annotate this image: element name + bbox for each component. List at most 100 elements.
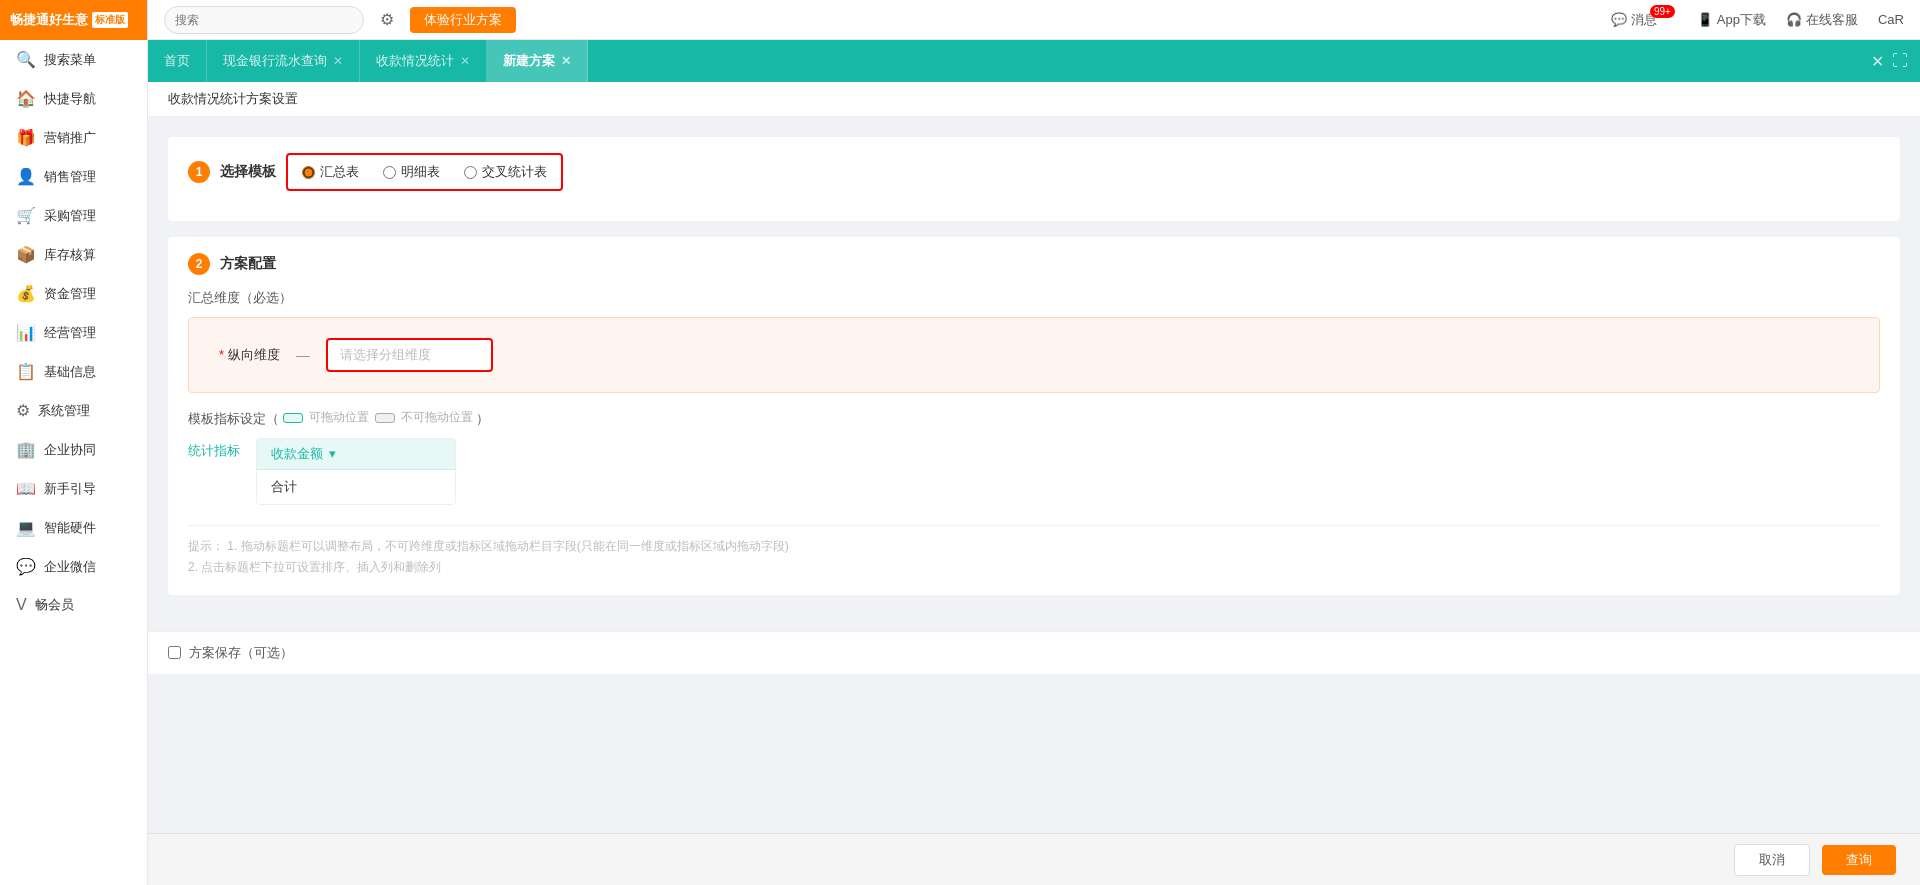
tab-close-cash-flow[interactable]: ✕ [333,54,343,68]
sidebar-item-hardware[interactable]: 💻智能硬件 [0,508,147,547]
sidebar-label-member: 畅会员 [35,596,74,614]
sidebar-item-enterprise[interactable]: 🏢企业协同 [0,430,147,469]
sidebar-item-inventory[interactable]: 📦 库存核算 [0,235,147,274]
tab-label-home: 首页 [164,52,190,70]
draggable-label: 可拖动位置 [309,409,369,426]
drag-indicator [283,413,303,423]
sidebar-nav: 🔍搜索菜单🏠快捷导航🎁营销推广 👤 销售管理 🛒采购管理 📦 库存核算 💰资金管理📊经营管理… [0,40,147,885]
sidebar-icon-guide: 📖 [16,479,36,498]
save-checkbox[interactable] [168,646,181,659]
sidebar-label-finance: 资金管理 [44,285,96,303]
sidebar-label-marketing: 营销推广 [44,129,96,147]
gear-icon[interactable]: ⚙ [380,10,394,29]
notification-area[interactable]: 💬 消息 99+ [1611,11,1657,29]
sidebar-item-system[interactable]: ⚙系统管理 [0,391,147,430]
template-option-detail[interactable]: 明细表 [383,163,440,181]
stats-label-col: 统计指标 [188,438,240,505]
row-label-text: 纵向维度 [228,347,280,362]
sidebar-item-basic-info[interactable]: 📋基础信息 [0,352,147,391]
metrics-columns: 统计指标 收款金额 ▾ 合计 [188,438,1880,505]
sidebar-label-enterprise: 企业协同 [44,441,96,459]
metrics-title-text: 模板指标设定（ [188,411,279,426]
sidebar-item-quick-nav[interactable]: 🏠快捷导航 [0,79,147,118]
tab-close-new-plan[interactable]: ✕ [561,54,571,68]
sidebar-icon-wechat: 💬 [16,557,36,576]
tab-receipt-stats[interactable]: 收款情况统计 ✕ [360,40,487,82]
sidebar-item-guide[interactable]: 📖 新手引导 [0,469,147,508]
query-button[interactable]: 查询 [1822,845,1896,875]
dimension-row: * 纵向维度 — 请选择分组维度 [219,338,493,372]
sidebar-icon-purchase: 🛒 [16,206,36,225]
sidebar-item-wechat[interactable]: 💬 企业微信 [0,547,147,586]
sidebar-label-operation: 经营管理 [44,324,96,342]
tab-label-receipt-stats: 收款情况统计 [376,52,454,70]
notification-count: 99+ [1650,5,1675,18]
metrics-col1-row1: 合计 [257,470,455,504]
template-option-cross[interactable]: 交叉统计表 [464,163,547,181]
radio-detail[interactable] [383,166,396,179]
sidebar-item-operation[interactable]: 📊经营管理 [0,313,147,352]
page-title-bar: 收款情况统计方案设置 [148,82,1920,117]
stats-label: 统计指标 [188,443,240,458]
app-download[interactable]: 📱 App下载 [1697,11,1766,29]
nodrag-indicator [375,413,395,423]
sidebar-item-sales[interactable]: 👤 销售管理 [0,157,147,196]
expand-icon[interactable]: ⛶ [1892,52,1908,70]
search-input[interactable] [164,6,364,34]
tabs-bar: 首页现金银行流水查询✕ 收款情况统计 ✕ 新建方案 ✕ ✕ ⛶ [148,40,1920,82]
hint-text: 提示： 1. 拖动标题栏可以调整布局，不可跨维度或指标区域拖动栏目字段(只能在同… [188,536,1880,558]
tab-new-plan[interactable]: 新建方案 ✕ [487,40,588,82]
dimension-title: 汇总维度（必选） [188,289,1880,307]
user-info[interactable]: CaR [1878,12,1904,27]
download-icon: 📱 [1697,12,1713,27]
chevron-down-icon[interactable]: ▾ [329,446,336,461]
sidebar-item-marketing[interactable]: 🎁营销推广 [0,118,147,157]
nodrag-label: 不可拖动位置 [401,409,473,426]
tab-label-new-plan: 新建方案 [503,52,555,70]
online-service[interactable]: 🎧 在线客服 [1786,11,1858,29]
sidebar-label-hardware: 智能硬件 [44,519,96,537]
cancel-button[interactable]: 取消 [1734,844,1810,876]
tab-home[interactable]: 首页 [148,40,207,82]
sidebar-item-purchase[interactable]: 🛒采购管理 [0,196,147,235]
sidebar-label-wechat: 企业微信 [44,558,96,576]
username: CaR [1878,12,1904,27]
hint-text: 2. 点击标题栏下拉可设置排序、插入列和删除列 [188,557,1880,579]
step1-num: 1 [188,161,210,183]
tab-close-receipt-stats[interactable]: ✕ [460,54,470,68]
metrics-col1-header: 收款金额 [271,445,323,463]
sidebar-logo: 畅捷通好生意 标准版 [0,0,147,40]
sidebar-label-search-menu: 搜索菜单 [44,51,96,69]
sidebar-label-guide: 新手引导 [44,480,96,498]
step2-section: 2 方案配置 汇总维度（必选） * 纵向维度 — 请选择分组维度 [168,237,1900,595]
sidebar-item-search-menu[interactable]: 🔍搜索菜单 [0,40,147,79]
page-title: 收款情况统计方案设置 [168,91,298,106]
radio-summary[interactable] [302,166,315,179]
topbar-right: 💬 消息 99+ 📱 App下载 🎧 在线客服 CaR [1611,11,1904,29]
template-label-summary: 汇总表 [320,163,359,181]
sidebar-label-quick-nav: 快捷导航 [44,90,96,108]
template-label-cross: 交叉统计表 [482,163,547,181]
metrics-title: 模板指标设定（ 可拖动位置 不可拖动位置 ） [188,409,489,428]
dimension-selector[interactable]: 请选择分组维度 [326,338,493,372]
form-body: 1 选择模板 汇总表明细表交叉统计表 2 方案配置 汇总维度（必选） * [148,117,1920,631]
sidebar-icon-inventory: 📦 [16,245,36,264]
hint-section: 提示： 1. 拖动标题栏可以调整布局，不可跨维度或指标区域拖动栏目字段(只能在同… [188,525,1880,579]
dimension-arrow: — [296,347,310,363]
template-label-detail: 明细表 [401,163,440,181]
radio-cross[interactable] [464,166,477,179]
sidebar-label-sales: 销售管理 [44,168,96,186]
sidebar-label-inventory: 库存核算 [44,246,96,264]
template-options: 汇总表 明细表 交叉统计表 [286,153,563,191]
sidebar-item-member[interactable]: V 畅会员 [0,586,147,624]
sidebar-item-finance[interactable]: 💰资金管理 [0,274,147,313]
close-window-icon[interactable]: ✕ [1871,52,1884,71]
step2-header: 2 方案配置 [188,253,1880,275]
trial-button[interactable]: 体验行业方案 [410,7,516,33]
template-option-summary[interactable]: 汇总表 [302,163,359,181]
sidebar-icon-member: V [16,596,27,614]
tab-cash-flow[interactable]: 现金银行流水查询✕ [207,40,360,82]
sidebar-icon-sales: 👤 [16,167,36,186]
metrics-table: 收款金额 ▾ 合计 [256,438,456,505]
step1-title: 选择模板 [220,163,276,181]
